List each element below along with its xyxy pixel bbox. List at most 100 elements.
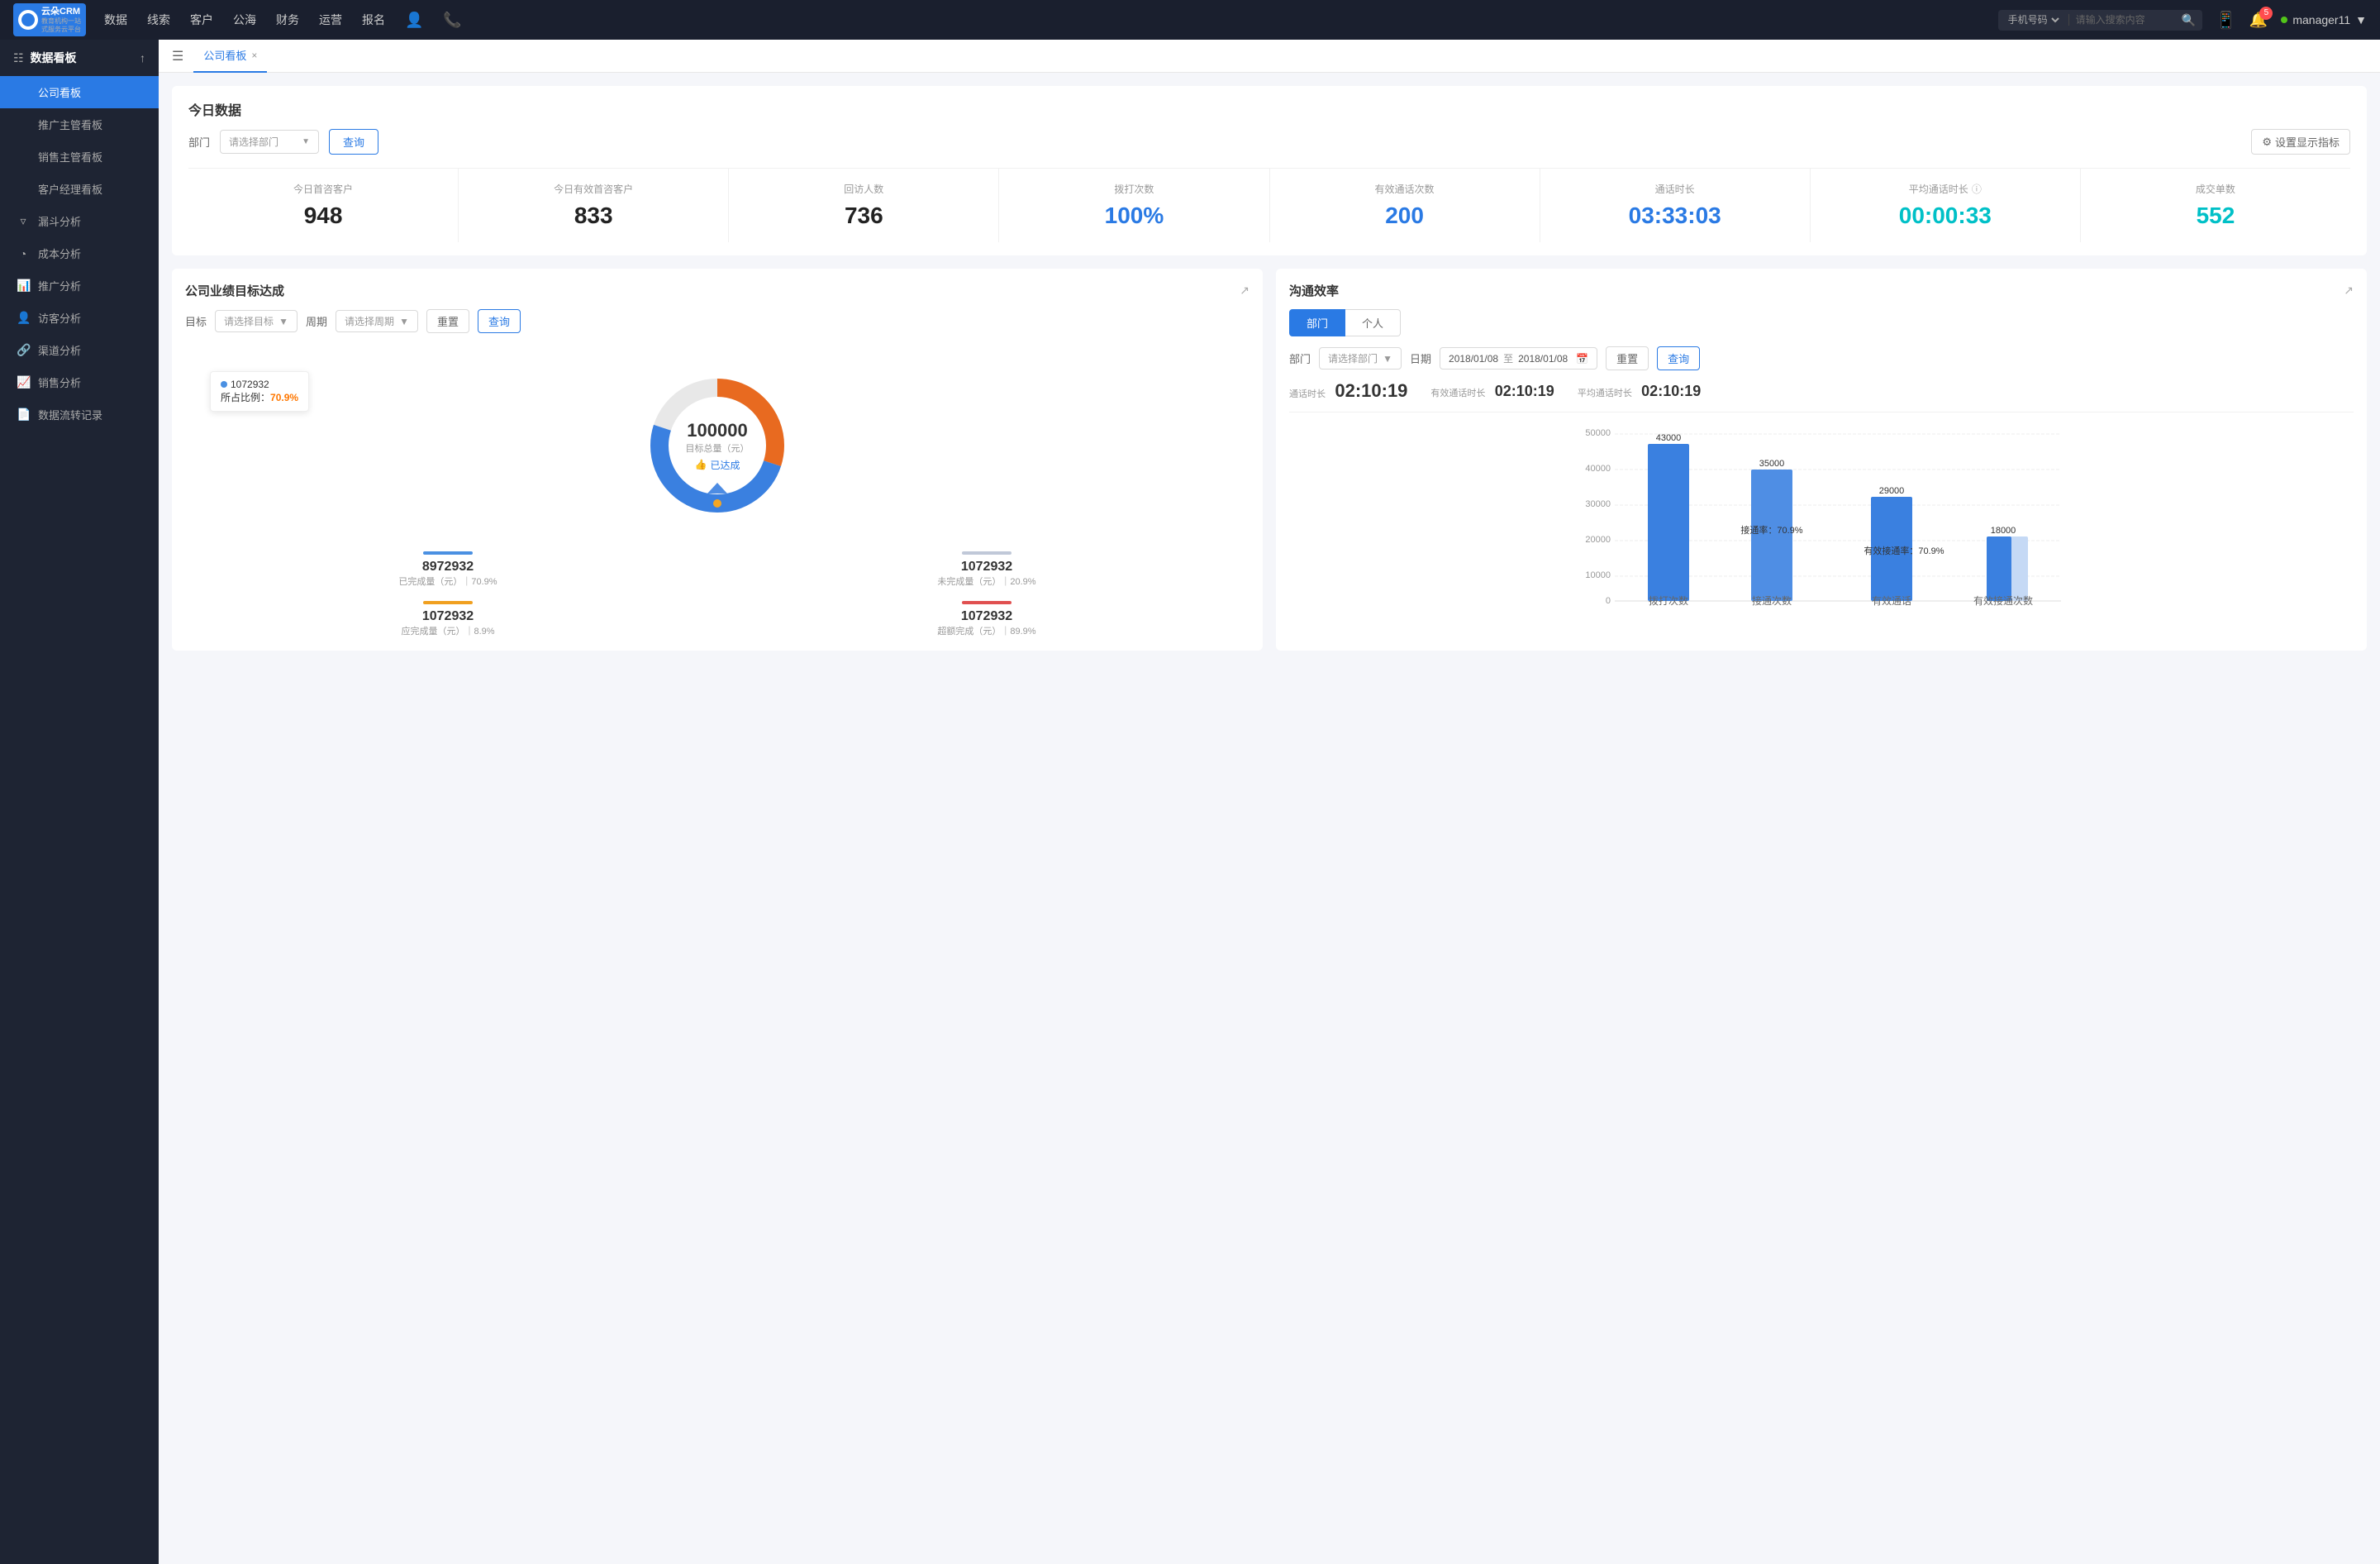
sidebar-item-cost[interactable]: ◔ 成本分析: [0, 237, 159, 269]
sidebar-item-label-7: 访客分析: [38, 310, 81, 326]
target-metric-bar-1: [962, 551, 1011, 555]
sidebar-item-label-8: 渠道分析: [38, 342, 81, 358]
settings-link[interactable]: ⚙ 设置显示指标: [2251, 129, 2350, 155]
comm-title: 沟通效率: [1289, 282, 1339, 299]
device-icon[interactable]: 📱: [2216, 10, 2236, 31]
sidebar-item-promo-manager[interactable]: 推广主管看板: [0, 108, 159, 141]
svg-text:有效接通率：70.9%: 有效接通率：70.9%: [1864, 545, 1944, 556]
sidebar-item-customer-manager[interactable]: 客户经理看板: [0, 173, 159, 205]
sidebar-section-header[interactable]: ☷ 数据看板 ↑: [0, 40, 159, 76]
logo-icon: [18, 10, 38, 30]
sidebar-collapse-icon[interactable]: ↑: [140, 51, 145, 64]
comm-tab-dept[interactable]: 部门: [1289, 309, 1345, 336]
search-button[interactable]: 🔍: [2182, 13, 2196, 27]
target-metric-value-2: 1072932: [185, 609, 711, 624]
sidebar-item-label-1: 推广主管看板: [38, 117, 102, 132]
svg-text:30000: 30000: [1585, 499, 1611, 509]
performance-title: 公司业绩目标达成: [185, 282, 284, 299]
notification-icon[interactable]: 🔔 5: [2249, 12, 2268, 29]
period-select[interactable]: 请选择周期 ▼: [336, 310, 418, 332]
target-metric-value-1: 1072932: [724, 560, 1250, 575]
performance-query-button[interactable]: 查询: [478, 309, 521, 333]
comm-dept-select[interactable]: 请选择部门 ▼: [1319, 347, 1402, 370]
metric-value-4: 200: [1280, 203, 1530, 229]
nav-item-public[interactable]: 公海: [233, 8, 256, 32]
metric-value-2: 736: [739, 203, 988, 229]
date-range-picker[interactable]: 2018/01/08 至 2018/01/08 📅: [1440, 347, 1597, 370]
comm-tab-personal[interactable]: 个人: [1345, 309, 1401, 336]
sidebar-item-icon-7: 👤: [17, 311, 30, 325]
target-metric-0: 8972932 已完成量（元）｜70.9%: [185, 551, 711, 588]
sidebar-item-promo-analysis[interactable]: 📊 推广分析: [0, 269, 159, 302]
tab-bar: ☰ 公司看板 ×: [159, 40, 2380, 73]
donut-container: 1072932 所占比例：70.9%: [185, 346, 1250, 545]
thumbs-up-icon: 👍: [695, 459, 707, 470]
date-start: 2018/01/08: [1449, 353, 1498, 365]
nav-item-leads[interactable]: 线索: [147, 8, 170, 32]
metric-item-7: 成交单数 552: [2081, 169, 2350, 242]
sidebar-item-label-10: 数据流转记录: [38, 407, 102, 422]
nav-item-customers[interactable]: 客户: [190, 8, 213, 32]
target-metric-bar-0: [423, 551, 473, 555]
logo-text: 云朵CRM 教育机构一站 式服务云平台: [41, 7, 81, 33]
sidebar-item-sales-analysis[interactable]: 📈 销售分析: [0, 366, 159, 398]
notification-badge: 5: [2259, 7, 2273, 20]
username: manager11: [2292, 13, 2350, 26]
svg-text:接通次数: 接通次数: [1752, 594, 1792, 607]
content-area: ☰ 公司看板 × 今日数据 部门 请选择部门 ▼ 查询 ⚙: [159, 40, 2380, 1564]
comm-dept-label: 部门: [1289, 350, 1311, 366]
search-type-select[interactable]: 手机号码: [2005, 13, 2062, 26]
target-select[interactable]: 请选择目标 ▼: [215, 310, 298, 332]
metric-value-3: 100%: [1009, 203, 1259, 229]
target-metric-desc-2: 应完成量（元）｜8.9%: [185, 624, 711, 637]
performance-expand-icon[interactable]: ↗: [1240, 284, 1250, 298]
metric-value-5: 03:33:03: [1550, 203, 1800, 229]
tab-toggle-icon[interactable]: ☰: [172, 48, 183, 64]
avg-call-info-icon[interactable]: ⓘ: [1972, 182, 1982, 196]
comm-panel-header: 沟通效率 ↗: [1289, 282, 2354, 299]
period-select-arrow: ▼: [399, 316, 409, 327]
sidebar-item-visitor[interactable]: 👤 访客分析: [0, 302, 159, 334]
top-nav: 云朵CRM 教育机构一站 式服务云平台 数据 线索 客户 公海 财务 运营 报名…: [0, 0, 2380, 40]
dept-filter-select[interactable]: 请选择部门 ▼: [220, 130, 319, 154]
tab-company-board[interactable]: 公司看板 ×: [193, 40, 267, 73]
sidebar-item-company-board[interactable]: 公司看板: [0, 76, 159, 108]
svg-text:40000: 40000: [1585, 464, 1611, 474]
donut-center-value: 100000: [686, 420, 750, 441]
target-metric-2: 1072932 应完成量（元）｜8.9%: [185, 601, 711, 637]
performance-panel: 公司业绩目标达成 ↗ 目标 请选择目标 ▼ 周期 请选择周期 ▼: [172, 269, 1263, 651]
metric-item-1: 今日有效首咨客户 833: [459, 169, 729, 242]
sidebar-item-channel[interactable]: 🔗 渠道分析: [0, 334, 159, 366]
sidebar-item-icon-6: 📊: [17, 279, 30, 293]
comm-query-button[interactable]: 查询: [1657, 346, 1700, 370]
svg-text:有效接通次数: 有效接通次数: [1973, 594, 2033, 607]
nav-item-ops[interactable]: 运营: [319, 8, 342, 32]
sidebar-item-data-flow[interactable]: 📄 数据流转记录: [0, 398, 159, 431]
user-info[interactable]: manager11 ▼: [2281, 13, 2367, 26]
donut-achieved-badge: 👍 已达成: [686, 458, 750, 472]
sidebar-item-sales-manager[interactable]: 销售主管看板: [0, 141, 159, 173]
calendar-icon[interactable]: 📅: [1576, 353, 1588, 365]
tab-close-icon[interactable]: ×: [251, 50, 257, 61]
target-label: 目标: [185, 313, 207, 329]
target-metric-desc-3: 超额完成（元）｜89.9%: [724, 624, 1250, 637]
target-metric-1: 1072932 未完成量（元）｜20.9%: [724, 551, 1250, 588]
comm-expand-icon[interactable]: ↗: [2344, 284, 2354, 298]
target-metric-value-3: 1072932: [724, 609, 1250, 624]
today-query-button[interactable]: 查询: [329, 129, 378, 155]
performance-reset-button[interactable]: 重置: [426, 309, 469, 333]
nav-icon-phone[interactable]: 📞: [443, 8, 461, 32]
comm-reset-button[interactable]: 重置: [1606, 346, 1649, 370]
nav-item-data[interactable]: 数据: [104, 8, 127, 32]
search-input[interactable]: [2076, 14, 2175, 26]
user-dropdown-icon[interactable]: ▼: [2355, 13, 2367, 26]
comm-filter-row: 部门 请选择部门 ▼ 日期 2018/01/08 至 2018/01/08 📅: [1289, 346, 2354, 370]
tab-label: 公司看板: [203, 47, 246, 63]
sidebar-item-icon-10: 📄: [17, 408, 30, 422]
nav-item-finance[interactable]: 财务: [276, 8, 299, 32]
sidebar-section-title: 数据看板: [31, 50, 77, 66]
sidebar-item-funnel[interactable]: ▿ 漏斗分析: [0, 205, 159, 237]
nav-item-enroll[interactable]: 报名: [362, 8, 385, 32]
nav-icon-person[interactable]: 👤: [405, 8, 423, 32]
sidebar-item-label-6: 推广分析: [38, 278, 81, 293]
